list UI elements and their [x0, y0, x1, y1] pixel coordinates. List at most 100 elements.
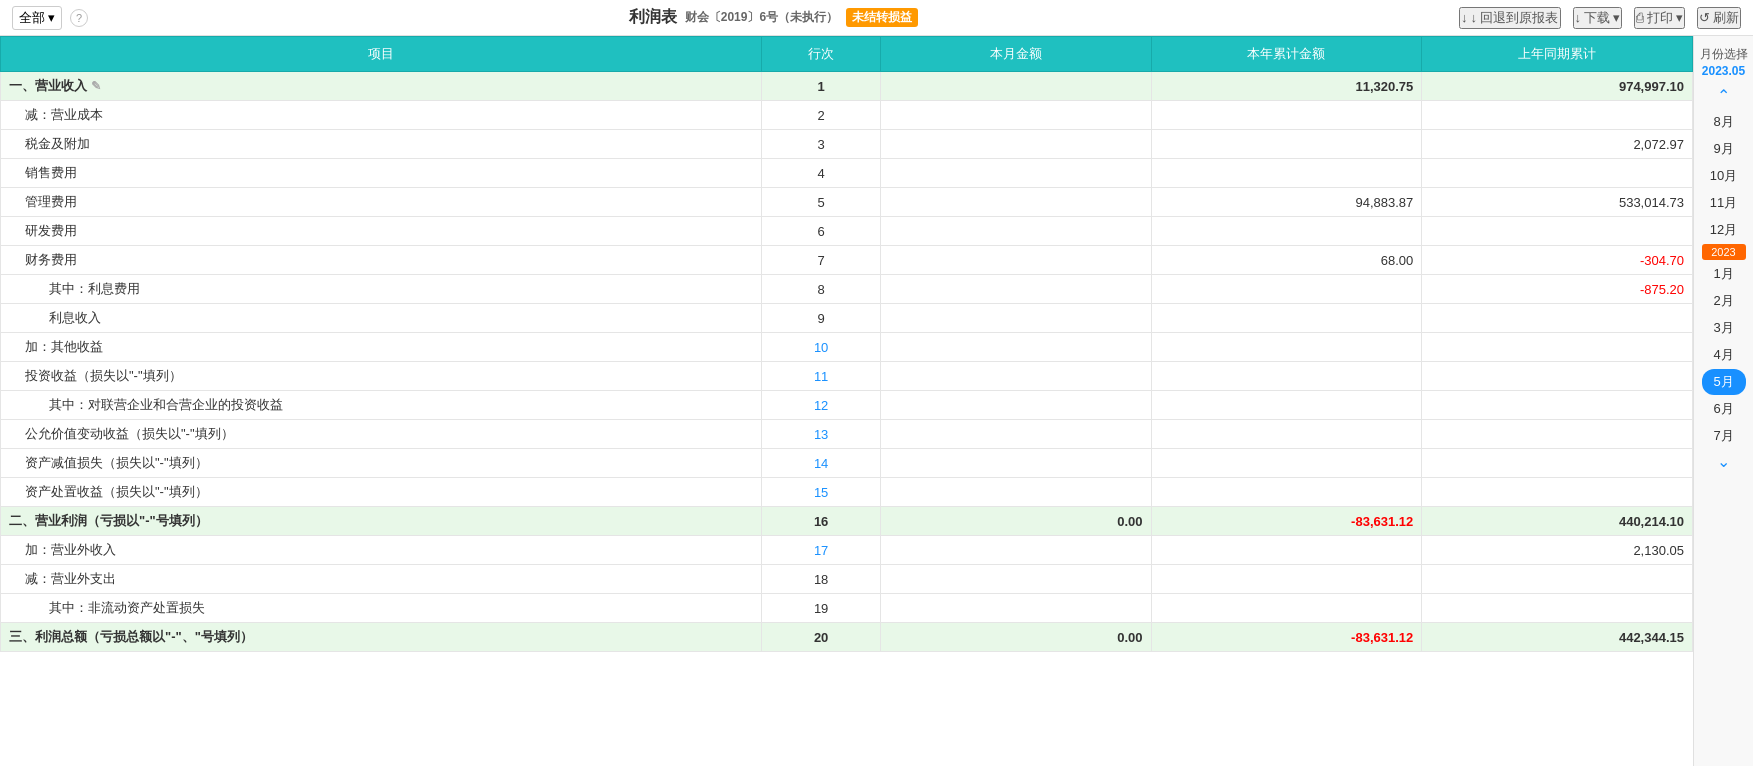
month-item[interactable]: 4月	[1702, 342, 1746, 368]
cell-month	[880, 101, 1151, 130]
cell-prev	[1422, 101, 1693, 130]
month-item[interactable]: 6月	[1702, 396, 1746, 422]
table-row: 其中：非流动资产处置损失19	[1, 594, 1693, 623]
cell-line: 20	[762, 623, 880, 652]
cell-line: 5	[762, 188, 880, 217]
cell-prev	[1422, 333, 1693, 362]
cell-month	[880, 159, 1151, 188]
report-title: 利润表	[629, 7, 677, 28]
month-item[interactable]: 10月	[1702, 163, 1746, 189]
cell-month	[880, 391, 1151, 420]
table-header-row: 项目 行次 本月金额 本年累计金额 上年同期累计	[1, 37, 1693, 72]
cell-item: 三、利润总额（亏损总额以"-"、"号填列）	[1, 623, 762, 652]
cell-prev	[1422, 391, 1693, 420]
cell-ytd	[1151, 101, 1422, 130]
table-row: 一、营业收入✎111,320.75974,997.10	[1, 72, 1693, 101]
table-row: 二、营业利润（亏损以"-"号填列）160.00-83,631.12440,214…	[1, 507, 1693, 536]
month-item[interactable]: 2023	[1702, 244, 1746, 260]
cell-line: 11	[762, 362, 880, 391]
header-prev: 上年同期累计	[1422, 37, 1693, 72]
cell-line: 8	[762, 275, 880, 304]
cell-line: 14	[762, 449, 880, 478]
cell-item: 一、营业收入✎	[1, 72, 762, 101]
header-ytd: 本年累计金额	[1151, 37, 1422, 72]
cell-prev	[1422, 362, 1693, 391]
report-meta: 财会〔2019〕6号（未执行）	[685, 9, 838, 26]
cell-month	[880, 333, 1151, 362]
cell-line: 3	[762, 130, 880, 159]
cell-item: 资产减值损失（损失以"-"填列）	[1, 449, 762, 478]
print-icon: ⎙	[1636, 10, 1644, 25]
cell-line: 19	[762, 594, 880, 623]
month-item[interactable]: 5月	[1702, 369, 1746, 395]
top-bar-right: ↓ ↓ 回退到原报表 ↓ 下载 ▾ ⎙ 打印 ▾ ↺ 刷新	[1459, 7, 1741, 29]
chevron-down-icon: ▾	[48, 10, 55, 25]
cell-line: 16	[762, 507, 880, 536]
table-row: 销售费用4	[1, 159, 1693, 188]
cell-line: 4	[762, 159, 880, 188]
chevron-down-icon: ▾	[1676, 10, 1683, 25]
cell-line: 17	[762, 536, 880, 565]
back-icon: ↓	[1461, 10, 1468, 25]
cell-ytd	[1151, 536, 1422, 565]
header-item: 项目	[1, 37, 762, 72]
table-area[interactable]: 项目 行次 本月金额 本年累计金额 上年同期累计 一、营业收入✎111,320.…	[0, 36, 1693, 766]
table-row: 加：其他收益10	[1, 333, 1693, 362]
cell-ytd: 68.00	[1151, 246, 1422, 275]
status-badge[interactable]: 未结转损益	[846, 8, 918, 27]
scroll-down-button[interactable]: ⌄	[1712, 450, 1736, 474]
cell-month	[880, 246, 1151, 275]
category-label: 全部	[19, 9, 45, 27]
cell-item: 其中：利息费用	[1, 275, 762, 304]
cell-item: 加：其他收益	[1, 333, 762, 362]
scroll-up-button[interactable]: ⌃	[1712, 84, 1736, 108]
cell-ytd: 11,320.75	[1151, 72, 1422, 101]
cell-month	[880, 594, 1151, 623]
download-button[interactable]: ↓ 下载 ▾	[1573, 7, 1623, 29]
month-item[interactable]: 9月	[1702, 136, 1746, 162]
page-container: 全部 ▾ ? 利润表 财会〔2019〕6号（未执行） 未结转损益 ↓ ↓ 回退到…	[0, 0, 1753, 766]
month-item[interactable]: 11月	[1702, 190, 1746, 216]
cell-prev: 2,130.05	[1422, 536, 1693, 565]
download-icon: ↓	[1575, 10, 1582, 25]
month-list: 8月9月10月11月12月20231月2月3月4月5月6月7月	[1702, 108, 1746, 450]
month-item[interactable]: 7月	[1702, 423, 1746, 449]
month-item[interactable]: 2月	[1702, 288, 1746, 314]
cell-ytd	[1151, 391, 1422, 420]
cell-line: 12	[762, 391, 880, 420]
cell-month	[880, 304, 1151, 333]
month-item[interactable]: 12月	[1702, 217, 1746, 243]
month-item[interactable]: 3月	[1702, 315, 1746, 341]
header-line: 行次	[762, 37, 880, 72]
cell-line: 18	[762, 565, 880, 594]
cell-prev	[1422, 478, 1693, 507]
cell-prev	[1422, 159, 1693, 188]
cell-prev	[1422, 420, 1693, 449]
top-bar-left: 全部 ▾ ?	[12, 6, 88, 30]
refresh-button[interactable]: ↺ 刷新	[1697, 7, 1741, 29]
cell-ytd	[1151, 275, 1422, 304]
edit-icon[interactable]: ✎	[91, 79, 101, 93]
cell-prev	[1422, 217, 1693, 246]
print-button[interactable]: ⎙ 打印 ▾	[1634, 7, 1685, 29]
cell-month: 0.00	[880, 507, 1151, 536]
cell-ytd	[1151, 304, 1422, 333]
table-row: 投资收益（损失以"-"填列）11	[1, 362, 1693, 391]
table-row: 减：营业外支出18	[1, 565, 1693, 594]
month-item[interactable]: 1月	[1702, 261, 1746, 287]
cell-prev: -875.20	[1422, 275, 1693, 304]
month-item[interactable]: 8月	[1702, 109, 1746, 135]
cell-ytd	[1151, 449, 1422, 478]
help-icon[interactable]: ?	[70, 9, 88, 27]
category-dropdown[interactable]: 全部 ▾	[12, 6, 62, 30]
back-button[interactable]: ↓ ↓ 回退到原报表	[1459, 7, 1561, 29]
cell-ytd	[1151, 478, 1422, 507]
table-row: 税金及附加32,072.97	[1, 130, 1693, 159]
cell-prev	[1422, 304, 1693, 333]
cell-month	[880, 420, 1151, 449]
cell-ytd	[1151, 362, 1422, 391]
cell-item: 利息收入	[1, 304, 762, 333]
cell-month	[880, 478, 1151, 507]
cell-month: 0.00	[880, 623, 1151, 652]
month-sidebar: 月份选择 2023.05 ⌃ 8月9月10月11月12月20231月2月3月4月…	[1693, 36, 1753, 766]
